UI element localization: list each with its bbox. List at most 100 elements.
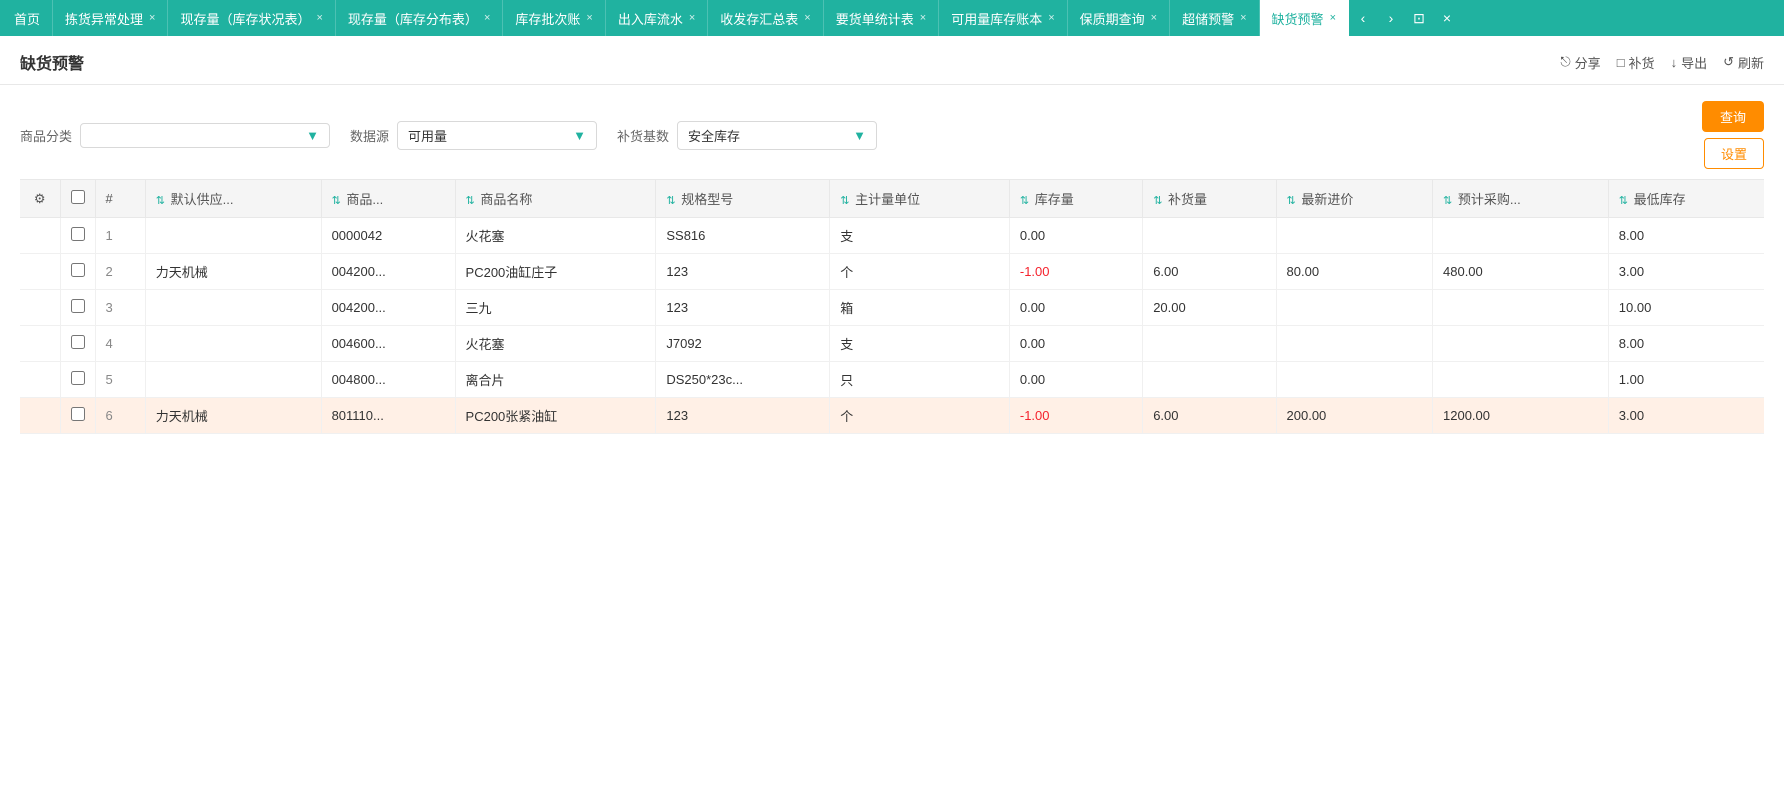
tab-close-6[interactable]: ×: [804, 12, 810, 24]
td-gear: [20, 398, 60, 434]
tab-close-8[interactable]: ×: [1048, 12, 1054, 24]
th-unit[interactable]: ⇅ 主计量单位: [830, 180, 1010, 218]
category-filter-group: 商品分类 ▼: [20, 123, 330, 148]
tab-close-7[interactable]: ×: [920, 12, 926, 24]
tab-10[interactable]: 超储预警 ×: [1170, 0, 1259, 36]
row-checkbox[interactable]: [71, 263, 85, 277]
row-checkbox[interactable]: [71, 407, 85, 421]
code-sort-icon: ⇅: [332, 195, 341, 207]
th-min-stock[interactable]: ⇅ 最低库存: [1608, 180, 1764, 218]
header-actions: ⎋ 分享 □ 补货 ↓ 导出 ↺ 刷新: [1560, 53, 1764, 72]
tab-1[interactable]: 拣货异常处理 ×: [53, 0, 168, 36]
th-name[interactable]: ⇅ 商品名称: [455, 180, 656, 218]
replenish-button[interactable]: □ 补货: [1617, 53, 1655, 72]
category-select[interactable]: ▼: [80, 123, 330, 148]
tab-close-11[interactable]: ×: [1330, 12, 1336, 24]
category-arrow-icon: ▼: [306, 128, 319, 143]
tab-11[interactable]: 缺货预警 ×: [1260, 0, 1349, 36]
th-est-purchase[interactable]: ⇅ 预计采购...: [1433, 180, 1609, 218]
min-stock-sort-icon: ⇅: [1619, 195, 1628, 207]
export-icon: ↓: [1671, 55, 1678, 70]
tab-next-btn[interactable]: ›: [1377, 0, 1405, 36]
tab-close-all-btn[interactable]: ×: [1433, 0, 1461, 36]
td-est-purchase: [1433, 326, 1609, 362]
td-num: 5: [95, 362, 145, 398]
td-checkbox[interactable]: [60, 362, 95, 398]
th-stock[interactable]: ⇅ 库存量: [1009, 180, 1142, 218]
replenish-select[interactable]: 安全库存 ▼: [677, 121, 877, 150]
td-checkbox[interactable]: [60, 398, 95, 434]
select-all-checkbox[interactable]: [71, 190, 85, 204]
tab-prev-btn[interactable]: ‹: [1349, 0, 1377, 36]
tab-close-2[interactable]: ×: [316, 12, 322, 24]
replenish-value: 安全库存: [688, 126, 740, 145]
tab-close-5[interactable]: ×: [689, 12, 695, 24]
tab-close-10[interactable]: ×: [1240, 12, 1246, 24]
tab-bar: 首页 拣货异常处理 × 现存量（库存状况表） × 现存量（库存分布表） × 库存…: [0, 0, 1784, 36]
filter-bar: 商品分类 ▼ 数据源 可用量 ▼ 补货基数 安全库存 ▼ 查询 设置: [0, 85, 1784, 179]
th-replenish[interactable]: ⇅ 补货量: [1143, 180, 1276, 218]
refresh-icon: ↺: [1723, 54, 1734, 70]
row-checkbox[interactable]: [71, 227, 85, 241]
table-body: 1 0000042 火花塞 SS816 支 0.00 8.00 2 力天机械 0…: [20, 218, 1764, 434]
td-stock: 0.00: [1009, 326, 1142, 362]
export-button[interactable]: ↓ 导出: [1671, 53, 1708, 72]
td-unit: 支: [830, 218, 1010, 254]
tab-9[interactable]: 保质期查询 ×: [1068, 0, 1170, 36]
td-gear: [20, 254, 60, 290]
tab-close-4[interactable]: ×: [586, 12, 592, 24]
tab-5[interactable]: 出入库流水 ×: [606, 0, 708, 36]
table-row: 2 力天机械 004200... PC200油缸庄子 123 个 -1.00 6…: [20, 254, 1764, 290]
td-spec: SS816: [656, 218, 830, 254]
td-supplier: [145, 290, 321, 326]
td-gear: [20, 290, 60, 326]
data-table: ⚙ # ⇅ 默认供应... ⇅ 商品... ⇅: [20, 179, 1764, 434]
row-checkbox[interactable]: [71, 299, 85, 313]
setting-button[interactable]: 设置: [1704, 138, 1764, 169]
row-checkbox[interactable]: [71, 371, 85, 385]
main-content: 缺货预警 ⎋ 分享 □ 补货 ↓ 导出 ↺ 刷新 商品分类: [0, 36, 1784, 796]
th-spec[interactable]: ⇅ 规格型号: [656, 180, 830, 218]
row-checkbox[interactable]: [71, 335, 85, 349]
share-button[interactable]: ⎋ 分享: [1560, 53, 1600, 72]
est-purchase-sort-icon: ⇅: [1443, 195, 1452, 207]
name-sort-icon: ⇅: [466, 195, 475, 207]
replenish-filter-group: 补货基数 安全库存 ▼: [617, 121, 877, 150]
td-checkbox[interactable]: [60, 254, 95, 290]
gear-icon[interactable]: ⚙: [34, 191, 46, 206]
tab-7[interactable]: 要货单统计表 ×: [824, 0, 939, 36]
th-latest-price[interactable]: ⇅ 最新进价: [1276, 180, 1432, 218]
td-est-purchase: 1200.00: [1433, 398, 1609, 434]
refresh-button[interactable]: ↺ 刷新: [1723, 53, 1764, 72]
query-button[interactable]: 查询: [1702, 101, 1764, 132]
tab-close-1[interactable]: ×: [149, 12, 155, 24]
td-stock: -1.00: [1009, 254, 1142, 290]
td-est-purchase: [1433, 290, 1609, 326]
td-min-stock: 3.00: [1608, 398, 1764, 434]
tab-close-3[interactable]: ×: [484, 12, 490, 24]
td-replenish: [1143, 362, 1276, 398]
datasource-filter-group: 数据源 可用量 ▼: [350, 121, 597, 150]
tab-6[interactable]: 收发存汇总表 ×: [708, 0, 823, 36]
tab-restore-btn[interactable]: ⊡: [1405, 0, 1433, 36]
tab-close-9[interactable]: ×: [1151, 12, 1157, 24]
stock-sort-icon: ⇅: [1020, 195, 1029, 207]
th-code[interactable]: ⇅ 商品...: [321, 180, 455, 218]
tab-2[interactable]: 现存量（库存状况表） ×: [168, 0, 335, 36]
td-name: PC200油缸庄子: [455, 254, 656, 290]
td-checkbox[interactable]: [60, 218, 95, 254]
tab-4[interactable]: 库存批次账 ×: [503, 0, 605, 36]
td-checkbox[interactable]: [60, 326, 95, 362]
datasource-select[interactable]: 可用量 ▼: [397, 121, 597, 150]
td-name: 离合片: [455, 362, 656, 398]
tab-8[interactable]: 可用量库存账本 ×: [939, 0, 1067, 36]
td-latest-price: [1276, 218, 1432, 254]
td-checkbox[interactable]: [60, 290, 95, 326]
td-code: 0000042: [321, 218, 455, 254]
th-checkbox[interactable]: [60, 180, 95, 218]
th-supplier[interactable]: ⇅ 默认供应...: [145, 180, 321, 218]
tab-3[interactable]: 现存量（库存分布表） ×: [336, 0, 503, 36]
th-num: #: [95, 180, 145, 218]
tab-home[interactable]: 首页: [2, 0, 53, 36]
th-gear[interactable]: ⚙: [20, 180, 60, 218]
